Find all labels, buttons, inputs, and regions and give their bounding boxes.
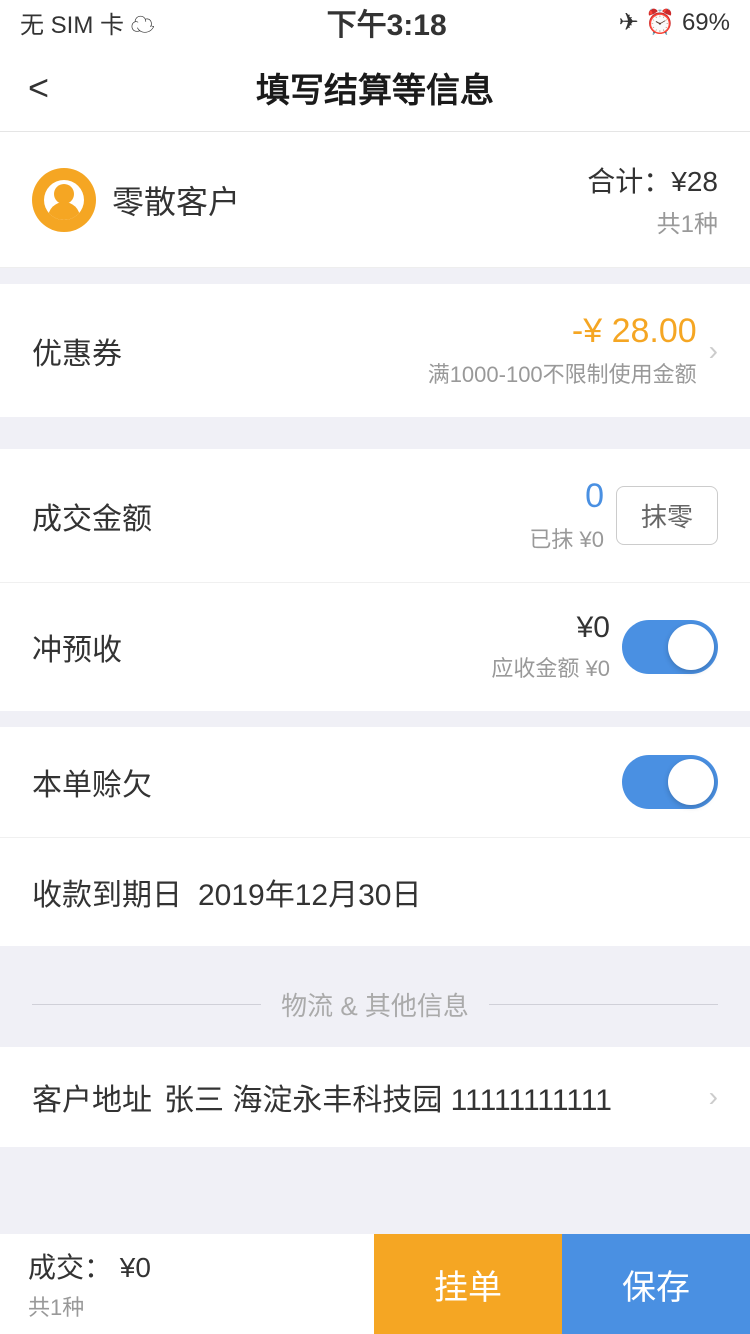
bottom-count: 共1种 bbox=[28, 1290, 346, 1322]
due-date-row: 收款到期日 2019年12月30日 bbox=[0, 838, 750, 946]
address-chevron-icon: › bbox=[709, 1081, 718, 1113]
transaction-sub: 已抹 ¥0 bbox=[524, 522, 604, 554]
coupon-label: 优惠券 bbox=[32, 329, 122, 373]
logistics-divider: 物流 & 其他信息 bbox=[0, 962, 750, 1047]
bottom-trans-amount: ¥0 bbox=[120, 1252, 151, 1283]
logistics-text: 物流 & 其他信息 bbox=[281, 986, 469, 1023]
nav-bar: < 填写结算等信息 bbox=[0, 44, 750, 132]
total-count: 共1种 bbox=[587, 204, 718, 239]
status-right: ✈ ⏰ 69% bbox=[619, 8, 730, 37]
back-button[interactable]: < bbox=[28, 67, 49, 109]
page-title: 填写结算等信息 bbox=[256, 63, 494, 112]
save-button[interactable]: 保存 bbox=[562, 1234, 750, 1334]
status-time: 下午3:18 bbox=[327, 0, 447, 44]
round-button[interactable]: 抹零 bbox=[616, 486, 718, 545]
credit-section: 本单赊欠 收款到期日 2019年12月30日 bbox=[0, 727, 750, 946]
prepayment-value-col: ¥0 应收金额 ¥0 bbox=[491, 611, 610, 683]
customer-name: 零散客户 bbox=[112, 177, 240, 223]
battery-icon: ✈ ⏰ 69% bbox=[619, 8, 730, 37]
separator-3 bbox=[0, 711, 750, 727]
coupon-row[interactable]: 优惠券 -¥ 28.00 满1000-100不限制使用金额 › bbox=[0, 284, 750, 417]
address-label: 客户地址 bbox=[32, 1075, 152, 1119]
transaction-row: 成交金额 已抹 ¥0 抹零 bbox=[0, 449, 750, 583]
hang-button[interactable]: 挂单 bbox=[374, 1234, 562, 1334]
divider-line-right bbox=[489, 1004, 718, 1005]
credit-right bbox=[622, 755, 718, 809]
due-date-label: 收款到期日 bbox=[32, 870, 182, 914]
customer-right: 合计：¥28 共1种 bbox=[587, 160, 718, 239]
credit-row: 本单赊欠 bbox=[0, 727, 750, 838]
credit-label: 本单赊欠 bbox=[32, 760, 152, 804]
customer-section: 零散客户 合计：¥28 共1种 bbox=[0, 132, 750, 268]
address-value: 张三 海淀永丰科技园 11111111111 bbox=[164, 1075, 709, 1119]
separator-1 bbox=[0, 268, 750, 284]
bottom-summary: 成交： ¥0 共1种 bbox=[0, 1246, 374, 1322]
separator-2 bbox=[0, 433, 750, 449]
transaction-right: 已抹 ¥0 抹零 bbox=[524, 477, 718, 554]
prepayment-right: ¥0 应收金额 ¥0 bbox=[491, 611, 718, 683]
bottom-bar: 成交： ¥0 共1种 挂单 保存 bbox=[0, 1234, 750, 1334]
customer-left: 零散客户 bbox=[32, 168, 240, 232]
customer-row: 零散客户 合计：¥28 共1种 bbox=[0, 132, 750, 267]
address-section: 客户地址 张三 海淀永丰科技园 11111111111 › bbox=[0, 1047, 750, 1147]
coupon-right: -¥ 28.00 满1000-100不限制使用金额 › bbox=[428, 312, 718, 389]
avatar-icon bbox=[44, 180, 84, 220]
prepayment-row: 冲预收 ¥0 应收金额 ¥0 bbox=[0, 583, 750, 711]
prepayment-toggle-wrap bbox=[622, 620, 718, 674]
bottom-trans-label: 成交： bbox=[28, 1252, 112, 1283]
prepayment-sub: 应收金额 ¥0 bbox=[491, 651, 610, 683]
total-label: 合计：¥28 bbox=[587, 160, 718, 200]
address-row[interactable]: 客户地址 张三 海淀永丰科技园 11111111111 › bbox=[0, 1047, 750, 1147]
credit-toggle[interactable] bbox=[622, 755, 718, 809]
transaction-section: 成交金额 已抹 ¥0 抹零 冲预收 ¥0 应收金额 ¥0 bbox=[0, 449, 750, 711]
coupon-desc: 满1000-100不限制使用金额 bbox=[428, 357, 697, 389]
coupon-amount: -¥ 28.00 bbox=[428, 312, 697, 351]
prepayment-amount: ¥0 bbox=[491, 611, 610, 645]
transaction-label: 成交金额 bbox=[32, 494, 152, 538]
coupon-section: 优惠券 -¥ 28.00 满1000-100不限制使用金额 › bbox=[0, 284, 750, 417]
due-date-value: 2019年12月30日 bbox=[198, 870, 421, 914]
bottom-trans: 成交： ¥0 bbox=[28, 1246, 346, 1286]
coupon-chevron-icon: › bbox=[709, 335, 718, 367]
sim-status: 无 SIM 卡 ☁ bbox=[20, 5, 155, 40]
prepayment-toggle[interactable] bbox=[622, 620, 718, 674]
credit-toggle-wrap bbox=[622, 755, 718, 809]
separator-4 bbox=[0, 946, 750, 962]
avatar bbox=[32, 168, 96, 232]
coupon-value-col: -¥ 28.00 满1000-100不限制使用金额 bbox=[428, 312, 697, 389]
divider-line-left bbox=[32, 1004, 261, 1005]
transaction-input[interactable] bbox=[524, 477, 604, 516]
status-left: 无 SIM 卡 ☁ bbox=[20, 5, 155, 40]
prepayment-label: 冲预收 bbox=[32, 625, 122, 669]
status-bar: 无 SIM 卡 ☁ 下午3:18 ✈ ⏰ 69% bbox=[0, 0, 750, 44]
transaction-value-col: 已抹 ¥0 bbox=[524, 477, 604, 554]
